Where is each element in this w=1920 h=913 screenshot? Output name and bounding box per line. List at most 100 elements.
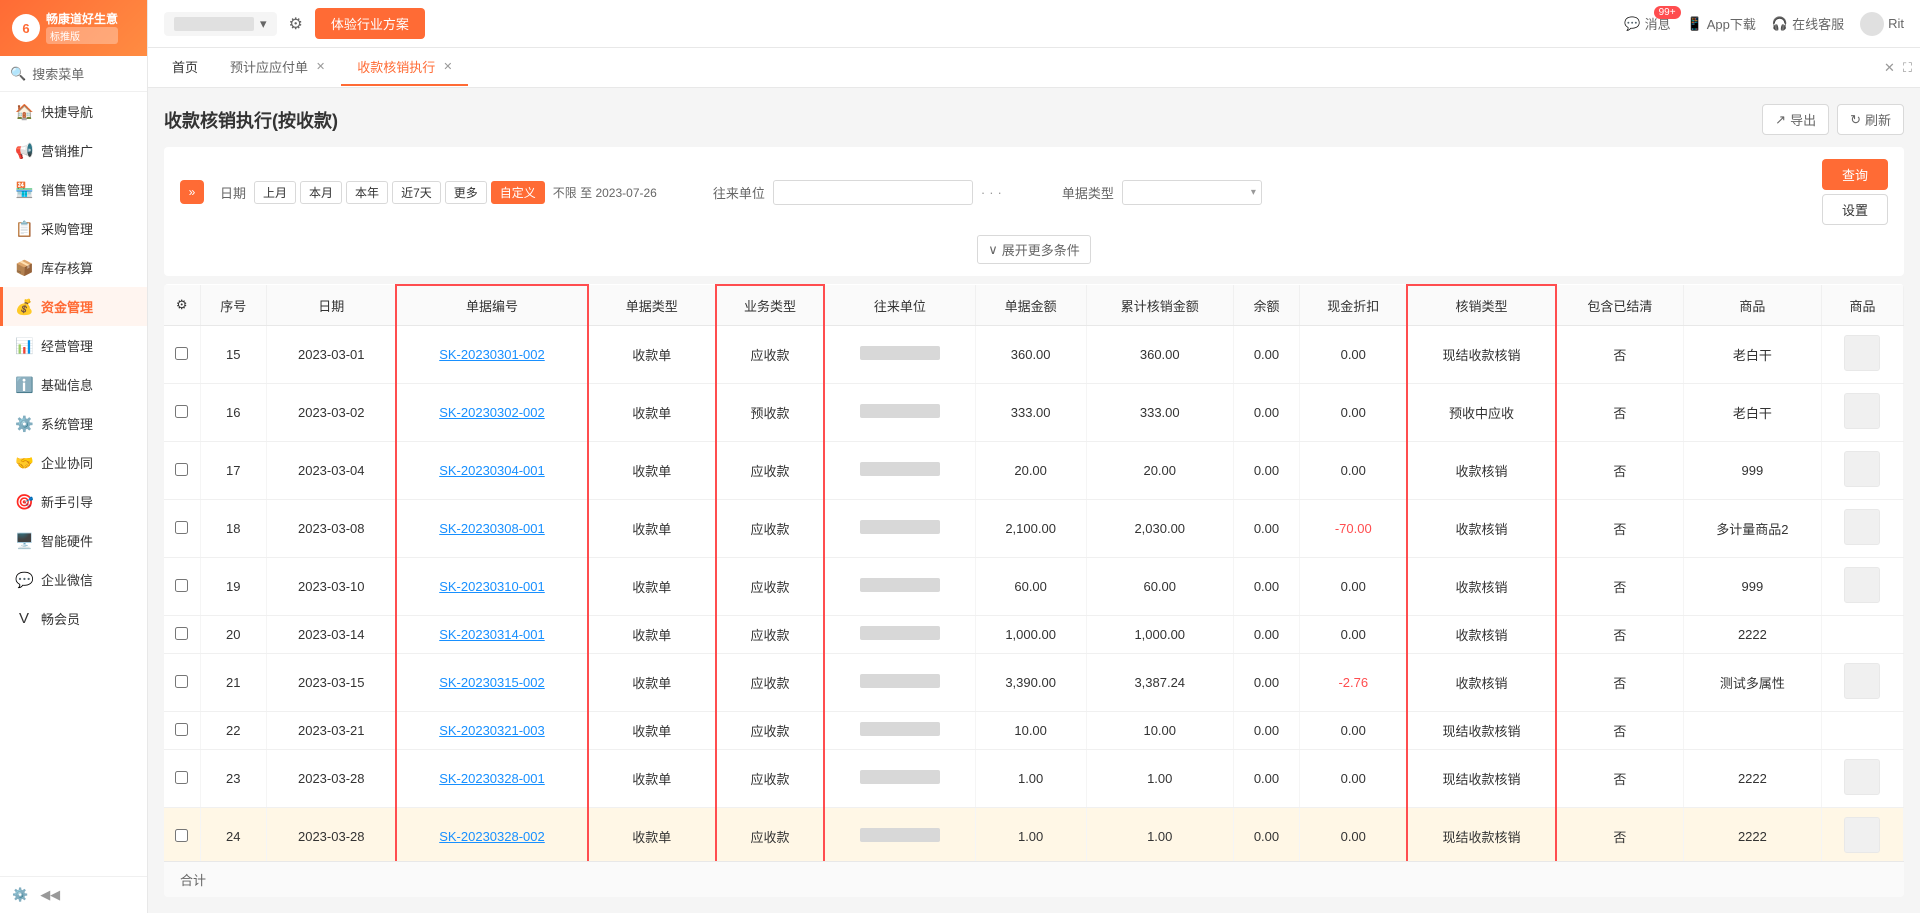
- last-month-btn[interactable]: 上月: [254, 181, 296, 204]
- gear-icon[interactable]: ⚙: [289, 14, 303, 34]
- app-download[interactable]: 📱 App下载: [1687, 14, 1756, 33]
- date-label: 日期: [220, 183, 246, 202]
- counterparty-input[interactable]: [773, 180, 973, 205]
- table-row[interactable]: 20 2023-03-14 SK-20230314-001 收款单 应收款 1,…: [164, 616, 1904, 654]
- sidebar-item-label: 库存核算: [41, 258, 93, 277]
- message-btn[interactable]: 💬 消息 99+: [1624, 14, 1670, 33]
- tab-payable[interactable]: 预计应应付单 ✕: [214, 49, 341, 86]
- cell-product-img: [1821, 654, 1903, 712]
- sidebar-item-wechat[interactable]: 💬 企业微信: [0, 560, 147, 599]
- store-selector[interactable]: ▾: [164, 12, 277, 36]
- cell-counterparty: [824, 808, 975, 862]
- this-year-btn[interactable]: 本年: [346, 181, 388, 204]
- cell-checkbox[interactable]: [164, 558, 200, 616]
- cell-voucher-no[interactable]: SK-20230302-002: [396, 384, 587, 442]
- cell-voucher-no[interactable]: SK-20230328-001: [396, 750, 587, 808]
- this-month-btn[interactable]: 本月: [300, 181, 342, 204]
- cell-voucher-no[interactable]: SK-20230301-002: [396, 326, 587, 384]
- cell-voucher-no[interactable]: SK-20230315-002: [396, 654, 587, 712]
- cell-checkbox[interactable]: [164, 808, 200, 862]
- home-icon: 🏠: [15, 103, 33, 121]
- newguide-icon: 🎯: [15, 493, 33, 511]
- sidebar-item-finance[interactable]: 💰 资金管理: [0, 287, 147, 326]
- cell-voucher-no[interactable]: SK-20230328-002: [396, 808, 587, 862]
- online-service[interactable]: 🎧 在线客服: [1772, 14, 1844, 33]
- cell-amount: 1,000.00: [975, 616, 1086, 654]
- sidebar-item-system[interactable]: ⚙️ 系统管理: [0, 404, 147, 443]
- sidebar-item-marketing[interactable]: 📢 营销推广: [0, 131, 147, 170]
- filter-toggle-btn[interactable]: »: [180, 180, 204, 204]
- sidebar-item-sales[interactable]: 🏪 销售管理: [0, 170, 147, 209]
- cell-checkbox[interactable]: [164, 442, 200, 500]
- sidebar-search[interactable]: 🔍 搜索菜单: [0, 56, 147, 92]
- cell-verify-type: 现结收款核销: [1407, 326, 1556, 384]
- table-row[interactable]: 17 2023-03-04 SK-20230304-001 收款单 应收款 20…: [164, 442, 1904, 500]
- table-row[interactable]: 21 2023-03-15 SK-20230315-002 收款单 应收款 3,…: [164, 654, 1904, 712]
- cell-checkbox[interactable]: [164, 750, 200, 808]
- sidebar-collapse-icon[interactable]: ◀◀: [40, 887, 60, 903]
- industry-btn[interactable]: 体验行业方案: [315, 8, 425, 39]
- tab-collection[interactable]: 收款核销执行 ✕: [341, 49, 468, 86]
- cell-voucher-no[interactable]: SK-20230304-001: [396, 442, 587, 500]
- sidebar-item-quicknav[interactable]: 🏠 快捷导航: [0, 92, 147, 131]
- col-no: 序号: [200, 285, 267, 326]
- cell-verify-type: 现结收款核销: [1407, 712, 1556, 750]
- cell-voucher-no[interactable]: SK-20230321-003: [396, 712, 587, 750]
- sidebar-item-purchase[interactable]: 📋 采购管理: [0, 209, 147, 248]
- col-verified-amount: 累计核销金额: [1086, 285, 1233, 326]
- sidebar-item-member[interactable]: V 畅会员: [0, 599, 147, 638]
- sidebar-item-basicinfo[interactable]: ℹ️ 基础信息: [0, 365, 147, 404]
- more-btn[interactable]: 更多: [445, 181, 487, 204]
- cell-checkbox[interactable]: [164, 654, 200, 712]
- user-menu[interactable]: Rit: [1860, 12, 1904, 36]
- inventory-icon: 📦: [15, 259, 33, 277]
- sidebar-settings-icon[interactable]: ⚙️: [12, 887, 28, 903]
- tab-payable-label: 预计应应付单: [230, 57, 308, 76]
- maximize-icon[interactable]: ⛶: [1903, 60, 1912, 76]
- cell-include-settled: 否: [1556, 442, 1684, 500]
- cell-product-img: [1821, 442, 1903, 500]
- table-row[interactable]: 23 2023-03-28 SK-20230328-001 收款单 应收款 1.…: [164, 750, 1904, 808]
- cell-checkbox[interactable]: [164, 712, 200, 750]
- table-row[interactable]: 19 2023-03-10 SK-20230310-001 收款单 应收款 60…: [164, 558, 1904, 616]
- main-area: ▾ ⚙ 体验行业方案 💬 消息 99+ 📱 App下载 🎧 在线客服 Rit: [148, 0, 1920, 913]
- settings-btn[interactable]: 设置: [1822, 194, 1888, 225]
- cell-checkbox[interactable]: [164, 500, 200, 558]
- voucher-type-select[interactable]: 收款单 红字收款单: [1122, 180, 1262, 205]
- finance-icon: 💰: [15, 298, 33, 316]
- sidebar-item-inventory[interactable]: 📦 库存核算: [0, 248, 147, 287]
- sidebar-item-enterprise[interactable]: 🤝 企业协同: [0, 443, 147, 482]
- cell-include-settled: 否: [1556, 500, 1684, 558]
- cell-cash-discount: 0.00: [1300, 712, 1408, 750]
- cell-checkbox[interactable]: [164, 616, 200, 654]
- sidebar-item-hardware[interactable]: 🖥️ 智能硬件: [0, 521, 147, 560]
- tab-collection-close[interactable]: ✕: [443, 60, 452, 73]
- export-btn[interactable]: ↗ 导出: [1762, 104, 1829, 135]
- refresh-btn[interactable]: ↻ 刷新: [1837, 104, 1904, 135]
- tab-home[interactable]: 首页: [156, 49, 214, 86]
- table-row[interactable]: 15 2023-03-01 SK-20230301-002 收款单 应收款 36…: [164, 326, 1904, 384]
- cell-voucher-no[interactable]: SK-20230314-001: [396, 616, 587, 654]
- cell-checkbox[interactable]: [164, 384, 200, 442]
- cell-balance: 0.00: [1233, 616, 1300, 654]
- expand-conditions-btn[interactable]: ∨ 展开更多条件: [977, 235, 1091, 264]
- cell-checkbox[interactable]: [164, 326, 200, 384]
- cell-voucher-no[interactable]: SK-20230310-001: [396, 558, 587, 616]
- cell-voucher-no[interactable]: SK-20230308-001: [396, 500, 587, 558]
- table-scroll[interactable]: ⚙ 序号 日期 单据编号 单据类型 业务类型 往来单位 单据金额 累计核销金额 …: [164, 284, 1904, 861]
- close-tab-icon[interactable]: ✕: [1884, 60, 1895, 76]
- sidebar-item-newguide[interactable]: 🎯 新手引导: [0, 482, 147, 521]
- table-row[interactable]: 24 2023-03-28 SK-20230328-002 收款单 应收款 1.…: [164, 808, 1904, 862]
- table-row[interactable]: 22 2023-03-21 SK-20230321-003 收款单 应收款 10…: [164, 712, 1904, 750]
- service-label: 在线客服: [1792, 14, 1844, 33]
- cell-amount: 1.00: [975, 750, 1086, 808]
- sidebar-item-operations[interactable]: 📊 经营管理: [0, 326, 147, 365]
- table-row[interactable]: 16 2023-03-02 SK-20230302-002 收款单 预收款 33…: [164, 384, 1904, 442]
- cell-verify-type: 现结收款核销: [1407, 808, 1556, 862]
- table-row[interactable]: 18 2023-03-08 SK-20230308-001 收款单 应收款 2,…: [164, 500, 1904, 558]
- query-btn[interactable]: 查询: [1822, 159, 1888, 190]
- last-7days-btn[interactable]: 近7天: [392, 181, 441, 204]
- tab-payable-close[interactable]: ✕: [316, 60, 325, 73]
- custom-btn[interactable]: 自定义: [491, 181, 545, 204]
- col-settings[interactable]: ⚙: [164, 285, 200, 326]
